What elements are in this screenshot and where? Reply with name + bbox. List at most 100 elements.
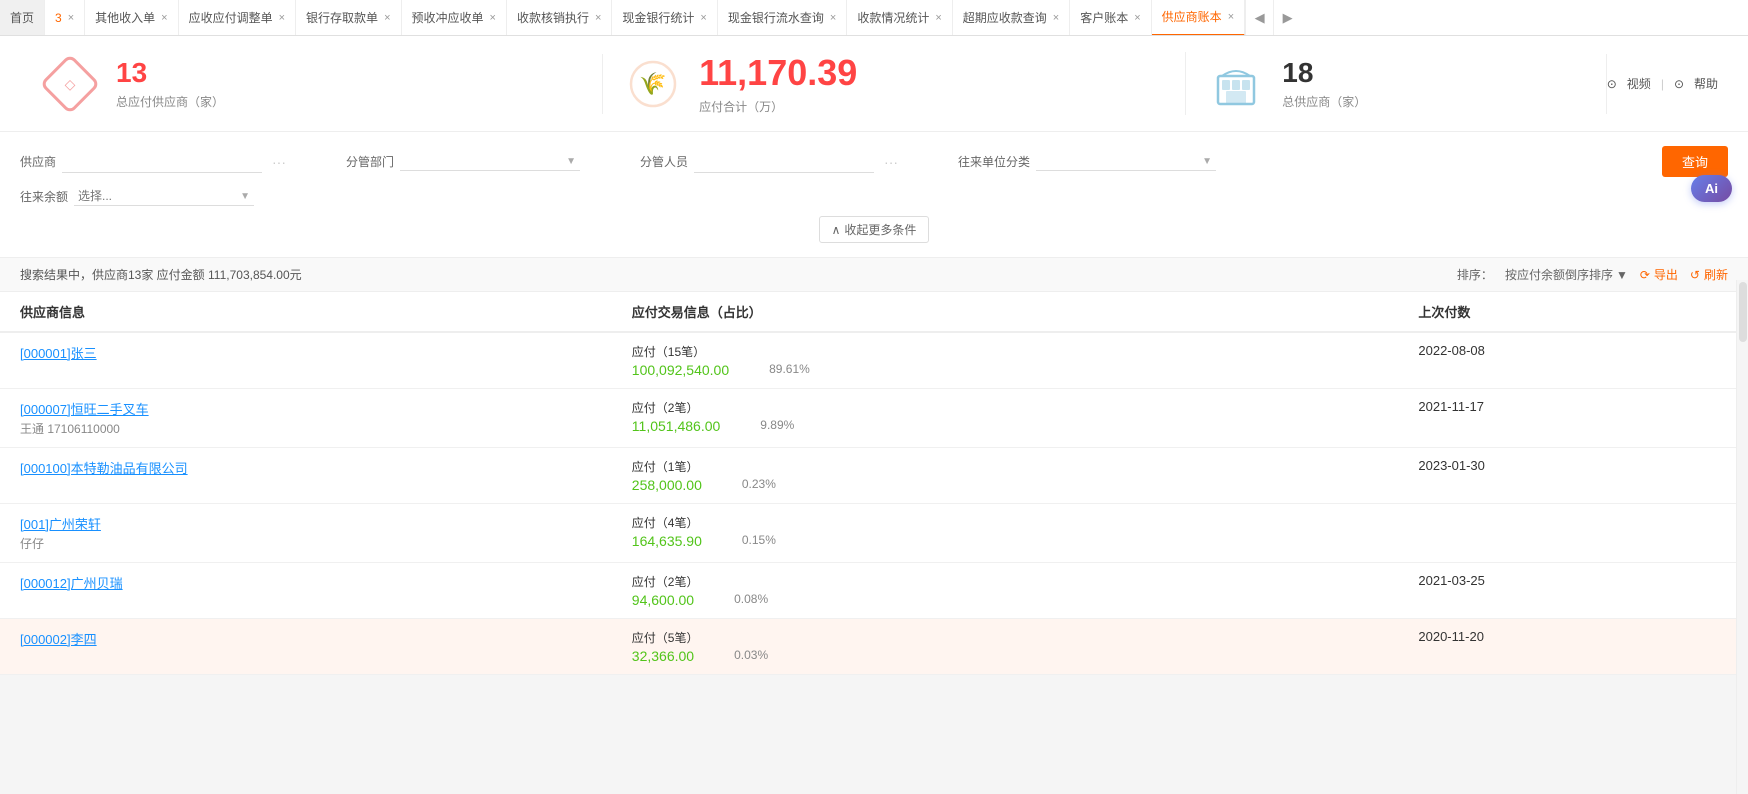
nav-customer-account[interactable]: 客户账本 × xyxy=(1070,0,1151,36)
balance-input[interactable] xyxy=(78,189,240,203)
total-ap-amount-label: 应付合计（万） xyxy=(699,98,857,115)
pay-amount-2: 11,051,486.00 xyxy=(632,418,721,434)
nav-ap-adj[interactable]: 应收应付调整单 × xyxy=(179,0,296,36)
query-button[interactable]: 查询 xyxy=(1662,146,1728,177)
dept-select-wrapper[interactable]: ▼ xyxy=(400,152,580,171)
pay-amount-1: 100,092,540.00 xyxy=(632,362,729,378)
supplier-label: 供应商 xyxy=(20,153,56,170)
total-suppliers-label: 总供应商（家） xyxy=(1282,93,1366,110)
nav-receipt-verify[interactable]: 收款核销执行 × xyxy=(507,0,612,36)
pay-percent-1: 89.61% xyxy=(769,362,810,376)
nav-overdue[interactable]: 超期应收款查询 × xyxy=(953,0,1070,36)
ap-cell-6: 应付（5笔） 32,366.00 0.03% xyxy=(612,619,1399,675)
summary-card-2: 🌾 11,170.39 应付合计（万） xyxy=(603,52,1186,115)
last-pay-date-1: 2022-08-08 xyxy=(1418,343,1485,358)
ap-cell-5: 应付（2笔） 94,600.00 0.08% xyxy=(612,563,1399,619)
supplier-link-4[interactable]: [001]广州荣轩 xyxy=(20,517,101,532)
supplier-link-1[interactable]: [000001]张三 xyxy=(20,346,97,361)
category-dropdown-arrow: ▼ xyxy=(1202,156,1212,167)
supplier-link-5[interactable]: [000012]广州贝瑞 xyxy=(20,576,123,591)
last-pay-cell-4 xyxy=(1398,504,1748,563)
nav-bank-deposit[interactable]: 银行存取款单 × xyxy=(296,0,401,36)
nav-customer-account-close[interactable]: × xyxy=(1134,12,1140,24)
nav-supplier-account[interactable]: 供应商账本 × xyxy=(1152,0,1245,36)
data-table: 供应商信息 应付交易信息（占比） 上次付数 [000001]张三 应付（15笔）… xyxy=(0,292,1748,675)
summary-info-3: 18 总供应商（家） xyxy=(1282,57,1366,110)
collapse-button[interactable]: ∧ 收起更多条件 xyxy=(819,216,930,243)
table-head: 供应商信息 应付交易信息（占比） 上次付数 xyxy=(0,292,1748,332)
supplier-sub-2: 王通 17106110000 xyxy=(20,420,592,437)
sort-arrow: ▼ xyxy=(1616,268,1628,282)
last-pay-cell-5: 2021-03-25 xyxy=(1398,563,1748,619)
table-wrapper: 供应商信息 应付交易信息（占比） 上次付数 [000001]张三 应付（15笔）… xyxy=(0,292,1748,675)
nav-cash-bank-flow-close[interactable]: × xyxy=(830,12,836,24)
dept-label: 分管部门 xyxy=(346,153,394,170)
scroll-thumb[interactable] xyxy=(1739,282,1747,342)
supplier-dots: ··· xyxy=(272,154,286,170)
nav-bank-deposit-close[interactable]: × xyxy=(384,12,390,24)
svg-text:◇: ◇ xyxy=(65,76,76,92)
nav-tab1[interactable]: 3 × xyxy=(45,0,85,36)
summary-icon-2: 🌾 xyxy=(623,54,683,114)
balance-label: 往来余额 xyxy=(20,188,68,205)
supplier-cell-2: [000007]恒旺二手叉车 王通 17106110000 xyxy=(0,389,612,448)
category-input[interactable] xyxy=(1040,154,1202,168)
last-pay-date-6: 2020-11-20 xyxy=(1418,629,1484,644)
summary-icon-1: ◇ xyxy=(40,54,100,114)
ai-button[interactable]: Ai xyxy=(1691,175,1732,202)
nav-arrow-left[interactable]: ◀ xyxy=(1245,0,1273,36)
pay-percent-5: 0.08% xyxy=(734,592,768,606)
ap-cell-4: 应付（4笔） 164,635.90 0.15% xyxy=(612,504,1399,563)
total-ap-suppliers-label: 总应付供应商（家） xyxy=(116,93,224,110)
person-input[interactable] xyxy=(694,150,874,173)
nav-cash-bank-stat-close[interactable]: × xyxy=(700,12,706,24)
sort-select[interactable]: 按应付余额倒序排序 ▼ xyxy=(1505,266,1628,283)
summary-area: ◇ 13 总应付供应商（家） 🌾 11,170.39 应付合计（万） xyxy=(0,36,1748,132)
nav-arrow-right[interactable]: ▶ xyxy=(1273,0,1301,36)
nav-home[interactable]: 首页 xyxy=(0,0,45,36)
nav-receipt-stat-close[interactable]: × xyxy=(935,12,941,24)
video-icon: ⊙ xyxy=(1607,77,1617,91)
dept-dropdown-arrow: ▼ xyxy=(566,156,576,167)
supplier-sub-4: 仔仔 xyxy=(20,535,592,552)
balance-dropdown-arrow: ▼ xyxy=(240,191,250,202)
supplier-link-2[interactable]: [000007]恒旺二手叉车 xyxy=(20,402,149,417)
nav-prepay-close[interactable]: × xyxy=(490,12,496,24)
th-last-pay: 上次付数 xyxy=(1398,292,1748,332)
nav-receipt-verify-close[interactable]: × xyxy=(595,12,601,24)
help-link[interactable]: 帮助 xyxy=(1694,75,1718,92)
nav-ap-adj-close[interactable]: × xyxy=(279,12,285,24)
supplier-input[interactable] xyxy=(62,150,262,173)
summary-info-2: 11,170.39 应付合计（万） xyxy=(699,52,857,115)
pay-percent-2: 9.89% xyxy=(760,418,794,432)
summary-icon-3 xyxy=(1206,54,1266,114)
nav-other-income-close[interactable]: × xyxy=(161,12,167,24)
nav-tab1-close[interactable]: × xyxy=(68,12,74,24)
total-ap-amount-num: 11,170.39 xyxy=(699,52,857,94)
nav-other-income[interactable]: 其他收入单 × xyxy=(85,0,178,36)
export-button[interactable]: ⟳ 导出 xyxy=(1640,266,1678,283)
nav-receipt-stat[interactable]: 收款情况统计 × xyxy=(847,0,952,36)
last-pay-date-3: 2023-01-30 xyxy=(1418,458,1485,473)
ap-cell-2: 应付（2笔） 11,051,486.00 9.89% xyxy=(612,389,1399,448)
refresh-button[interactable]: ↺ 刷新 xyxy=(1690,266,1728,283)
supplier-link-6[interactable]: [000002]李四 xyxy=(20,632,97,647)
nav-cash-bank-flow[interactable]: 现金银行流水查询 × xyxy=(718,0,847,36)
right-scrollbar[interactable] xyxy=(1736,280,1748,794)
category-label: 往来单位分类 xyxy=(958,153,1030,170)
nav-prepay[interactable]: 预收冲应收单 × xyxy=(402,0,507,36)
dept-input[interactable] xyxy=(404,154,566,168)
nav-supplier-account-close[interactable]: × xyxy=(1228,11,1234,23)
nav-cash-bank-stat[interactable]: 现金银行统计 × xyxy=(612,0,717,36)
nav-overdue-close[interactable]: × xyxy=(1053,12,1059,24)
filter-category: 往来单位分类 ▼ xyxy=(958,152,1216,171)
category-select-wrapper[interactable]: ▼ xyxy=(1036,152,1216,171)
balance-select-wrapper[interactable]: ▼ xyxy=(74,187,254,206)
summary-card-3: 18 总供应商（家） xyxy=(1186,54,1606,114)
summary-card-1: ◇ 13 总应付供应商（家） xyxy=(20,54,603,114)
pay-amount-6: 32,366.00 xyxy=(632,648,694,664)
video-link[interactable]: 视频 xyxy=(1627,75,1651,92)
supplier-link-3[interactable]: [000100]本特勒油品有限公司 xyxy=(20,461,188,476)
collapse-up-arrow: ∧ xyxy=(832,223,841,237)
person-dots: ··· xyxy=(884,154,898,170)
